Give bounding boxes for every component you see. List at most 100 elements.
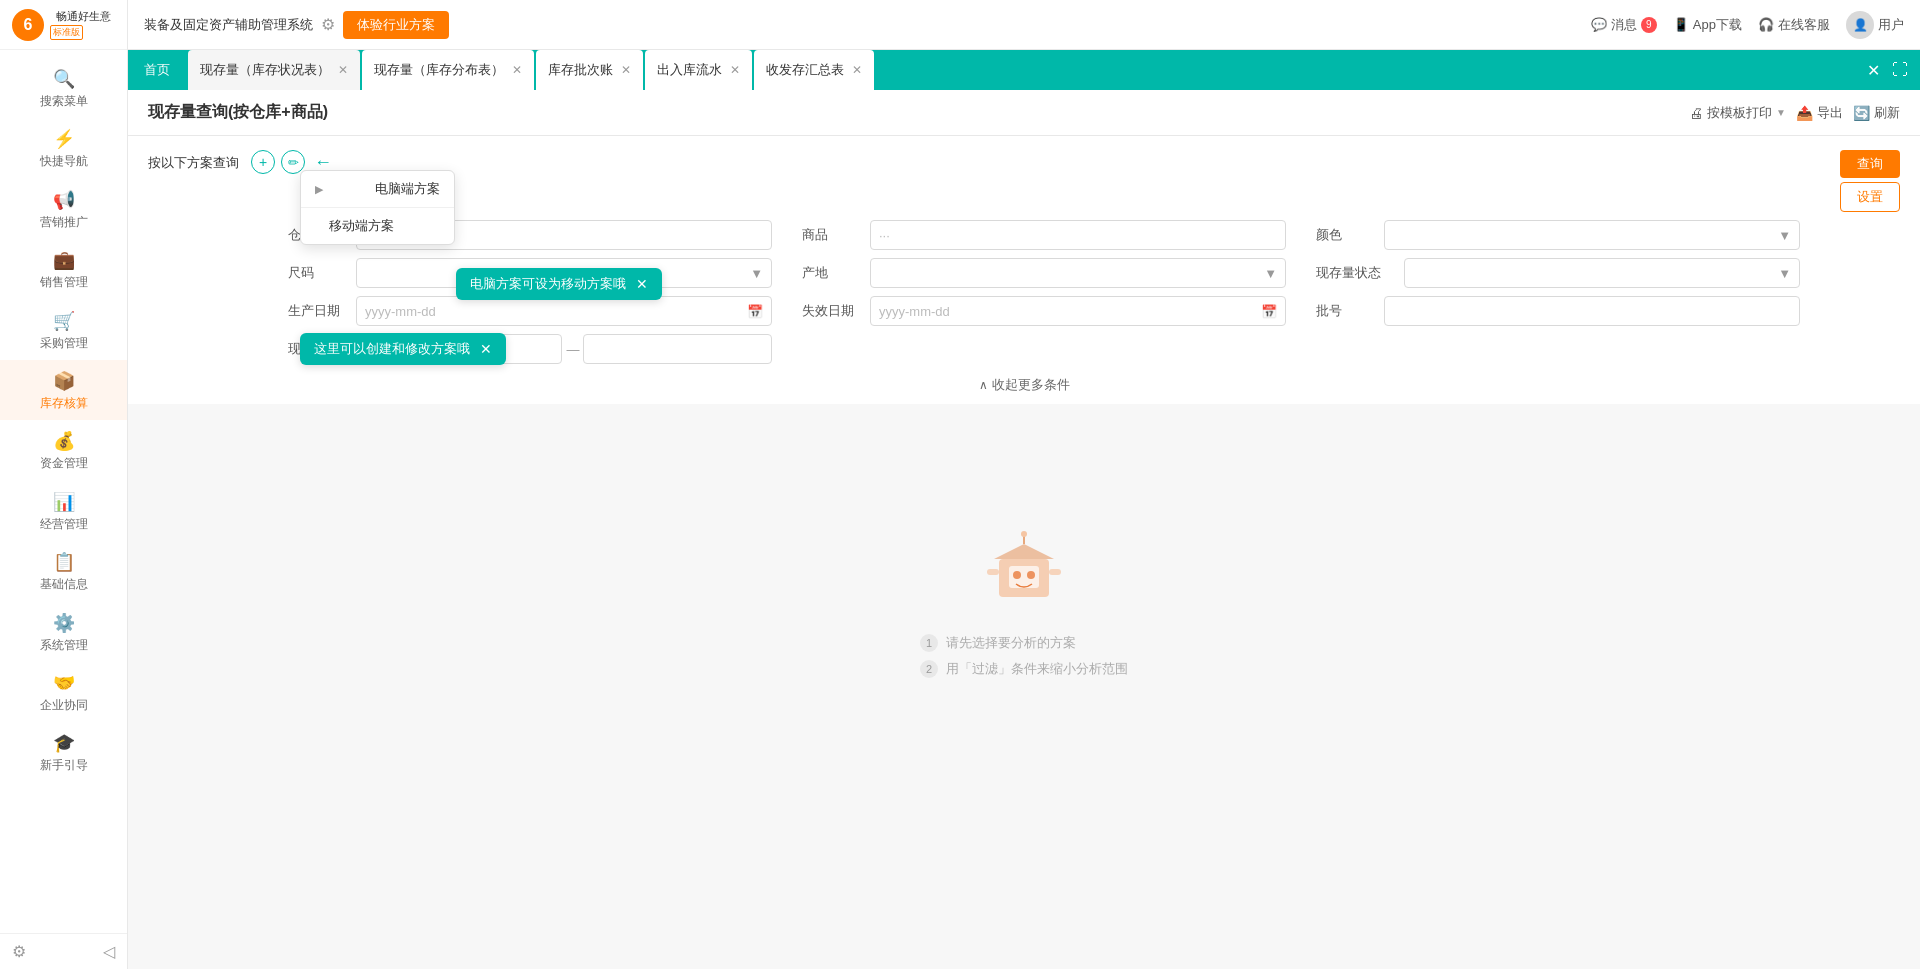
user-area[interactable]: 👤 用户 bbox=[1846, 11, 1904, 39]
tab-inventory-status[interactable]: 现存量（库存状况表） ✕ bbox=[188, 50, 360, 90]
tab-expand-icon[interactable]: ⛶ bbox=[1888, 57, 1912, 83]
tab-inventory-dist[interactable]: 现存量（库存分布表） ✕ bbox=[362, 50, 534, 90]
empty-state: 1 请先选择要分析的方案 2 用「过滤」条件来缩小分析范围 bbox=[128, 464, 1920, 738]
search-button[interactable]: 查询 bbox=[1840, 150, 1900, 178]
search-btns: 查询 设置 bbox=[1840, 150, 1900, 212]
collapse-label: 收起更多条件 bbox=[992, 376, 1070, 394]
produce-date-label: 生产日期 bbox=[288, 302, 348, 320]
tab-close-inventory-batch[interactable]: ✕ bbox=[621, 63, 631, 77]
phone-icon: 📱 bbox=[1673, 17, 1689, 32]
expire-date-label: 失效日期 bbox=[802, 302, 862, 320]
page-header: 现存量查询(按仓库+商品) 🖨 按模板打印 ▼ 📤 导出 🔄 刷新 bbox=[128, 90, 1920, 136]
sidebar-item-purchase[interactable]: 🛒 采购管理 bbox=[0, 300, 127, 360]
filter-area: 按以下方案查询 + ✏ ← ▶ 电脑端方案 移动端方案 bbox=[128, 136, 1920, 404]
filter-produce-date: 生产日期 yyyy-mm-dd 📅 bbox=[288, 296, 772, 326]
filter-stock-status: 现存量状态 ▼ bbox=[1316, 258, 1800, 288]
tooltip2-close[interactable]: ✕ bbox=[480, 341, 492, 357]
origin-label: 产地 bbox=[802, 264, 862, 282]
support-icon: 🎧 bbox=[1758, 17, 1774, 32]
filter-batch: 批号 bbox=[1316, 296, 1800, 326]
sidebar-item-label: 营销推广 bbox=[40, 215, 88, 229]
sidebar: 6 畅通好生意 标准版 🔍 搜索菜单 ⚡ 快捷导航 📢 营销推广 💼 销售管理 … bbox=[0, 0, 128, 969]
online-support-btn[interactable]: 🎧 在线客服 bbox=[1758, 16, 1830, 34]
stock-status-label: 现存量状态 bbox=[1316, 264, 1396, 282]
origin-select[interactable]: ▼ bbox=[870, 258, 1286, 288]
trial-btn[interactable]: 体验行业方案 bbox=[343, 11, 449, 39]
tooltip1-close[interactable]: ✕ bbox=[636, 276, 648, 292]
filter-scheme-row: 按以下方案查询 + ✏ ← ▶ 电脑端方案 移动端方案 bbox=[148, 150, 1900, 212]
tab-inout-flow[interactable]: 出入库流水 ✕ bbox=[645, 50, 752, 90]
message-btn[interactable]: 💬 消息 9 bbox=[1591, 16, 1657, 34]
stock-status-dropdown-icon: ▼ bbox=[1778, 266, 1791, 281]
sidebar-item-label: 基础信息 bbox=[40, 577, 88, 591]
guide-icon: 🎓 bbox=[53, 732, 75, 754]
sidebar-item-inventory[interactable]: 📦 库存核算 bbox=[0, 360, 127, 420]
tab-summary[interactable]: 收发存汇总表 ✕ bbox=[754, 50, 874, 90]
sidebar-item-label: 快捷导航 bbox=[40, 154, 88, 168]
app-download-label: App下载 bbox=[1693, 16, 1742, 34]
scheme-list-panel: ▶ 电脑端方案 移动端方案 bbox=[300, 170, 455, 245]
empty-step-2: 2 用「过滤」条件来缩小分析范围 bbox=[920, 660, 1128, 678]
goods-label: 商品 bbox=[802, 226, 862, 244]
sidebar-item-operation[interactable]: 📊 经营管理 bbox=[0, 481, 127, 541]
sidebar-item-label: 企业协同 bbox=[40, 698, 88, 712]
sidebar-item-marketing[interactable]: 📢 营销推广 bbox=[0, 179, 127, 239]
tab-close-inventory-status[interactable]: ✕ bbox=[338, 63, 348, 77]
goods-input[interactable]: ··· bbox=[870, 220, 1286, 250]
sidebar-item-label: 经营管理 bbox=[40, 517, 88, 531]
batch-input[interactable] bbox=[1384, 296, 1800, 326]
sidebar-item-sales[interactable]: 💼 销售管理 bbox=[0, 239, 127, 299]
topbar: 装备及固定资产辅助管理系统 ⚙ 体验行业方案 💬 消息 9 📱 App下载 🎧 … bbox=[128, 0, 1920, 50]
tab-home[interactable]: 首页 bbox=[128, 50, 186, 90]
app-download-btn[interactable]: 📱 App下载 bbox=[1673, 16, 1742, 34]
search-icon: 🔍 bbox=[53, 68, 75, 90]
tab-close-inventory-dist[interactable]: ✕ bbox=[512, 63, 522, 77]
export-label: 导出 bbox=[1817, 104, 1843, 122]
color-dropdown-icon: ▼ bbox=[1778, 228, 1791, 243]
expire-date-input[interactable]: yyyy-mm-dd 📅 bbox=[870, 296, 1286, 326]
gear-icon[interactable]: ⚙ bbox=[321, 15, 335, 34]
sidebar-item-finance[interactable]: 💰 资金管理 bbox=[0, 420, 127, 480]
tab-close-summary[interactable]: ✕ bbox=[852, 63, 862, 77]
refresh-btn[interactable]: 🔄 刷新 bbox=[1853, 104, 1900, 122]
sidebar-item-guide[interactable]: 🎓 新手引导 bbox=[0, 722, 127, 782]
tab-inventory-batch[interactable]: 库存批次账 ✕ bbox=[536, 50, 643, 90]
inventory-icon: 📦 bbox=[53, 370, 75, 392]
collapse-btn[interactable]: ∧ 收起更多条件 bbox=[148, 370, 1900, 404]
system-icon: ⚙️ bbox=[53, 612, 75, 634]
sidebar-item-label: 搜索菜单 bbox=[40, 94, 88, 108]
sidebar-item-system[interactable]: ⚙️ 系统管理 bbox=[0, 602, 127, 662]
stock-status-select[interactable]: ▼ bbox=[1404, 258, 1800, 288]
print-dropdown-icon: ▼ bbox=[1776, 107, 1786, 118]
finance-icon: 💰 bbox=[53, 430, 75, 452]
tab-close-inout-flow[interactable]: ✕ bbox=[730, 63, 740, 77]
sales-icon: 💼 bbox=[53, 249, 75, 271]
reset-button[interactable]: 设置 bbox=[1840, 182, 1900, 212]
size-dropdown-icon: ▼ bbox=[750, 266, 763, 281]
color-select[interactable]: ▼ bbox=[1384, 220, 1800, 250]
add-scheme-btn[interactable]: + bbox=[251, 150, 275, 174]
tooltip2-text: 这里可以创建和修改方案哦 bbox=[314, 340, 470, 358]
scheme-list-item[interactable]: ▶ 电脑端方案 bbox=[301, 171, 454, 208]
expire-date-calendar-icon: 📅 bbox=[1261, 304, 1277, 319]
scheme-list-item-mobile[interactable]: 移动端方案 bbox=[301, 208, 454, 244]
print-btn[interactable]: 🖨 按模板打印 ▼ bbox=[1689, 104, 1786, 122]
sidebar-item-quicknav[interactable]: ⚡ 快捷导航 bbox=[0, 118, 127, 178]
sidebar-item-label: 采购管理 bbox=[40, 336, 88, 350]
export-btn[interactable]: 📤 导出 bbox=[1796, 104, 1843, 122]
produce-date-input[interactable]: yyyy-mm-dd 📅 bbox=[356, 296, 772, 326]
stock-main-to[interactable] bbox=[583, 334, 771, 364]
settings-icon[interactable]: ⚙ bbox=[12, 942, 26, 961]
collapse-icon[interactable]: ◁ bbox=[103, 942, 115, 961]
tab-close-all-icon[interactable]: ✕ bbox=[1863, 57, 1884, 84]
purchase-icon: 🛒 bbox=[53, 310, 75, 332]
username: 用户 bbox=[1878, 16, 1904, 34]
sidebar-item-search[interactable]: 🔍 搜索菜单 bbox=[0, 58, 127, 118]
svg-point-3 bbox=[1013, 571, 1021, 579]
batch-label: 批号 bbox=[1316, 302, 1376, 320]
sidebar-item-collab[interactable]: 🤝 企业协同 bbox=[0, 662, 127, 722]
sidebar-item-basic[interactable]: 📋 基础信息 bbox=[0, 541, 127, 601]
color-label: 颜色 bbox=[1316, 226, 1376, 244]
logo-icon: 6 bbox=[12, 9, 44, 41]
svg-rect-7 bbox=[987, 569, 999, 575]
